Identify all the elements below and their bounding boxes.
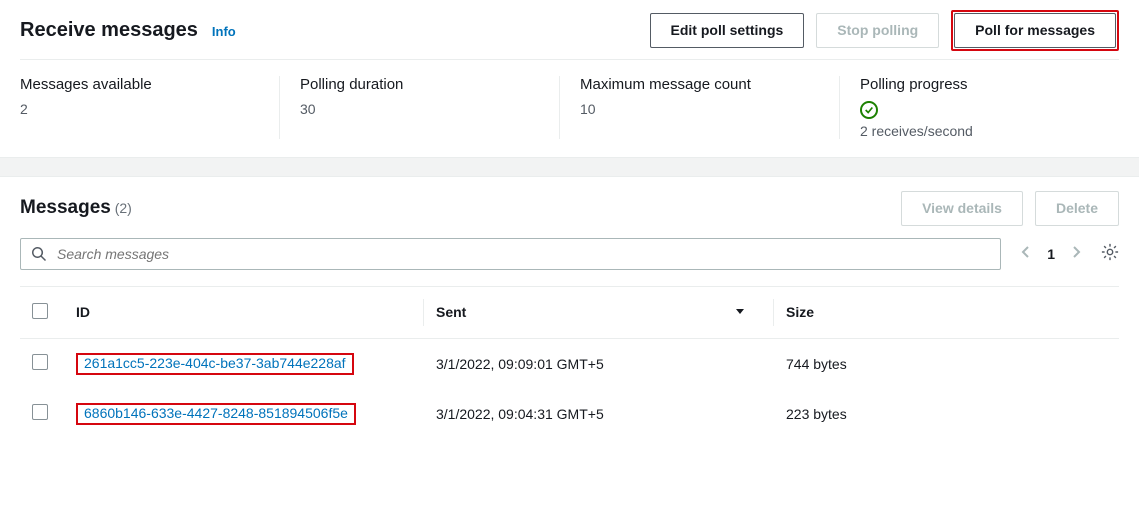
highlight-id: 6860b146-633e-4427-8248-851894506f5e: [76, 403, 356, 425]
stat-polling-duration-value: 30: [300, 101, 539, 117]
check-circle-icon: [860, 101, 878, 119]
view-details-button: View details: [901, 191, 1023, 226]
stop-polling-button: Stop polling: [816, 13, 939, 48]
message-sent: 3/1/2022, 09:04:31 GMT+5: [424, 389, 774, 439]
select-all-checkbox[interactable]: [32, 303, 48, 319]
messages-table: ID Sent Size 261a1cc5-223e-404c-be37-3ab…: [20, 286, 1119, 439]
stat-max-message-count-label: Maximum message count: [580, 76, 819, 93]
chevron-left-icon: [1019, 245, 1033, 259]
stat-messages-available-label: Messages available: [20, 76, 259, 93]
row-checkbox[interactable]: [32, 354, 48, 370]
edit-poll-settings-button[interactable]: Edit poll settings: [650, 13, 805, 48]
column-id-header[interactable]: ID: [64, 286, 424, 338]
message-size: 223 bytes: [774, 389, 1119, 439]
column-size-header[interactable]: Size: [774, 286, 1119, 338]
column-sent-header[interactable]: Sent: [424, 286, 774, 338]
table-row: 261a1cc5-223e-404c-be37-3ab744e228af 3/1…: [20, 338, 1119, 389]
section-divider: [0, 157, 1139, 177]
sort-desc-icon: [734, 304, 746, 320]
stat-polling-progress-value: 2 receives/second: [860, 123, 1099, 139]
search-icon: [31, 246, 47, 262]
page-title: Receive messages: [20, 19, 198, 42]
message-size: 744 bytes: [774, 338, 1119, 389]
message-sent: 3/1/2022, 09:09:01 GMT+5: [424, 338, 774, 389]
message-id-link[interactable]: 261a1cc5-223e-404c-be37-3ab744e228af: [84, 355, 346, 371]
highlight-poll-button: Poll for messages: [951, 10, 1119, 51]
row-checkbox[interactable]: [32, 404, 48, 420]
stat-polling-duration-label: Polling duration: [300, 76, 539, 93]
highlight-id: 261a1cc5-223e-404c-be37-3ab744e228af: [76, 353, 354, 375]
messages-title: Messages: [20, 197, 111, 218]
page-number: 1: [1047, 246, 1055, 262]
prev-page-button[interactable]: [1019, 245, 1033, 262]
stat-max-message-count-value: 10: [580, 101, 819, 117]
table-row: 6860b146-633e-4427-8248-851894506f5e 3/1…: [20, 389, 1119, 439]
message-id-link[interactable]: 6860b146-633e-4427-8248-851894506f5e: [84, 405, 348, 421]
stat-polling-progress-label: Polling progress: [860, 76, 1099, 93]
stat-messages-available-value: 2: [20, 101, 259, 117]
messages-count: (2): [115, 200, 132, 216]
info-link[interactable]: Info: [212, 24, 236, 39]
delete-button: Delete: [1035, 191, 1119, 226]
column-sent-label: Sent: [436, 304, 466, 320]
poll-for-messages-button[interactable]: Poll for messages: [954, 13, 1116, 48]
next-page-button[interactable]: [1069, 245, 1083, 262]
chevron-right-icon: [1069, 245, 1083, 259]
search-box[interactable]: [20, 238, 1001, 270]
settings-button[interactable]: [1101, 243, 1119, 264]
gear-icon: [1101, 243, 1119, 261]
search-input[interactable]: [55, 245, 990, 263]
